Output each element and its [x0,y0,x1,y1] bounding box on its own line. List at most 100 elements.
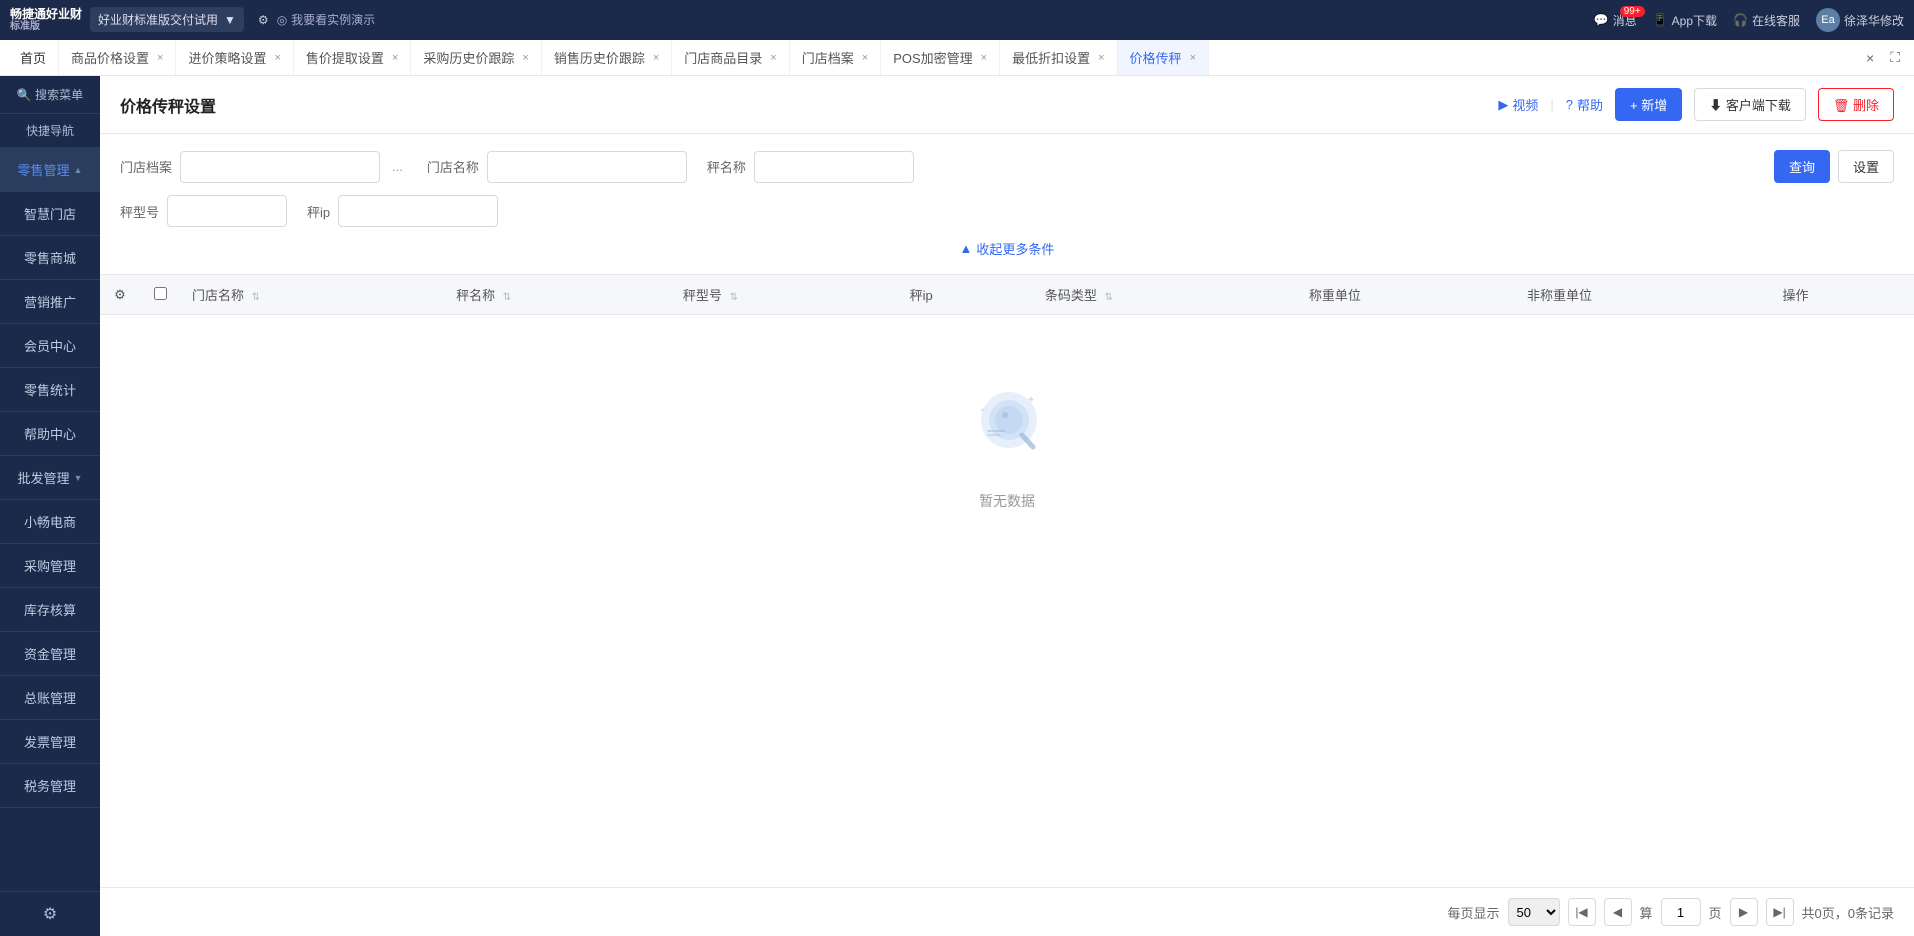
sidebar-quicknav[interactable]: 快捷导航 [0,114,100,148]
tab-close-store-profile[interactable]: × [862,52,868,64]
delete-button[interactable]: 🗑 删除 [1818,88,1894,121]
scale-ip-label: 秤ip [307,202,330,221]
gear-icon: ⚙ [114,287,126,302]
tab-home[interactable]: 首页 [8,40,59,76]
store-profile-label: 门店档案 [120,157,172,176]
th-store-name[interactable]: 门店名称 ⇅ [180,275,444,315]
th-scale-name[interactable]: 秤名称 ⇅ [444,275,671,315]
sidebar-gear-btn[interactable]: ⚙ [0,892,100,936]
sidebar-item-retail-stats[interactable]: 零售统计 [0,368,100,412]
tab-close-price-scale[interactable]: × [1190,52,1196,64]
table-wrap: ⚙ 门店名称 ⇅ 秤名称 [100,275,1914,571]
tab-close-sale-history[interactable]: × [653,52,659,64]
table-header-row: ⚙ 门店名称 ⇅ 秤名称 [100,275,1914,315]
tab-price-setting[interactable]: 商品价格设置 × [59,40,176,76]
page-header: 价格传秤设置 ▶ 视频 | ? 帮助 + 新增 ⬇ 客户端下载 [100,76,1914,134]
per-page-select[interactable]: 10 20 50 100 [1508,898,1560,926]
message-btn[interactable]: 💬 消息 99+ [1594,12,1637,29]
tab-store-profile[interactable]: 门店档案 × [790,40,881,76]
version-selector[interactable]: 好业财标准版交付试用 ▼ [90,7,244,32]
sort-icon-scale-model: ⇅ [729,292,737,303]
sidebar-item-invoice[interactable]: 发票管理 [0,720,100,764]
first-page-btn[interactable]: |◀ [1568,898,1596,926]
th-scale-ip: 秤ip [898,275,1033,315]
filter-scale-model: 秤型号 [120,195,287,227]
sidebar-item-purchase-manage[interactable]: 采购管理 [0,544,100,588]
scale-model-input[interactable] [167,195,287,227]
th-barcode-type[interactable]: 条码类型 ⇅ [1033,275,1297,315]
sidebar-item-retail-mall[interactable]: 零售商城 [0,236,100,280]
demo-btn[interactable]: ◎ 我要看实例演示 [277,11,376,28]
tab-expand-btn[interactable]: ⛶ [1884,47,1906,68]
sidebar-item-marketing[interactable]: 营销推广 [0,280,100,324]
prev-page-btn[interactable]: ◀ [1604,898,1632,926]
tab-close-price-setting[interactable]: × [157,52,163,64]
scale-ip-input[interactable] [338,195,498,227]
store-name-label: 门店名称 [427,157,479,176]
page-label: 算 [1640,903,1653,922]
tab-close-store-catalog[interactable]: × [770,52,776,64]
tab-price-scale[interactable]: 价格传秤 × [1118,40,1209,76]
user-btn[interactable]: Ea 徐泽华修改 [1816,8,1904,32]
filter-store-profile: 门店档案 ... [120,151,407,183]
tab-store-catalog[interactable]: 门店商品目录 × [672,40,789,76]
app-download-btn[interactable]: 📱 App下载 [1653,12,1717,29]
sidebar-item-smart-store[interactable]: 智慧门店 [0,192,100,236]
sidebar-item-inventory[interactable]: 库存核算 [0,588,100,632]
table-area: ⚙ 门店名称 ⇅ 秤名称 [100,275,1914,887]
settings-filter-button[interactable]: 设置 [1838,150,1894,183]
sidebar-item-member-center[interactable]: 会员中心 [0,324,100,368]
sidebar-item-wholesale-manage[interactable]: 批发管理 [0,456,100,500]
filter-area: 门店档案 ... 门店名称 秤名称 查询 [100,134,1914,275]
scale-model-label: 秤型号 [120,202,159,221]
sidebar-item-tax[interactable]: 税务管理 [0,764,100,808]
page-title: 价格传秤设置 [120,93,216,117]
sidebar-item-retail-manage[interactable]: 零售管理 [0,148,100,192]
add-button[interactable]: + 新增 [1615,88,1682,121]
search-icon: 🔍 [17,88,32,102]
tab-close-min-discount[interactable]: × [1098,52,1104,64]
sidebar-item-mini-ecom[interactable]: 小畅电商 [0,500,100,544]
tab-purchase-history[interactable]: 采购历史价跟踪 × [411,40,541,76]
tab-close-purchase-strategy[interactable]: × [274,52,280,64]
store-name-input[interactable] [487,151,687,183]
total-info: 共0页，0条记录 [1802,903,1894,922]
service-icon: 🎧 [1733,13,1748,27]
th-gear[interactable]: ⚙ [100,275,140,315]
svg-text:✦: ✦ [1027,395,1035,406]
filter-collapse-btn[interactable]: ▲ 收起更多条件 [120,239,1894,258]
sidebar-item-general-ledger[interactable]: 总账管理 [0,676,100,720]
query-button[interactable]: 查询 [1774,150,1830,183]
video-link[interactable]: ▶ 视频 [1498,95,1538,114]
chevron-down-icon: ▼ [224,13,236,27]
sidebar-search[interactable]: 🔍 搜索菜单 [0,76,100,114]
tab-close-pos-manage[interactable]: × [981,52,987,64]
help-link[interactable]: ? 帮助 [1566,95,1603,114]
last-page-btn[interactable]: ▶| [1766,898,1794,926]
tab-sale-history[interactable]: 销售历史价跟踪 × [542,40,672,76]
top-bar: 畅捷通好业财 标准版 好业财标准版交付试用 ▼ ⚙ ◎ 我要看实例演示 💬 消息… [0,0,1914,40]
tab-sale-extract[interactable]: 售价提取设置 × [294,40,411,76]
download-icon: 📱 [1653,13,1668,27]
sidebar-item-help-center[interactable]: 帮助中心 [0,412,100,456]
tab-min-discount[interactable]: 最低折扣设置 × [1000,40,1117,76]
tab-pos-manage[interactable]: POS加密管理 × [881,40,1000,76]
filter-scale-ip: 秤ip [307,195,498,227]
th-checkbox[interactable] [140,275,180,315]
scale-name-input[interactable] [754,151,914,183]
select-all-checkbox[interactable] [154,287,167,300]
page-input[interactable] [1661,898,1701,926]
next-page-btn[interactable]: ▶ [1730,898,1758,926]
th-scale-model[interactable]: 秤型号 ⇅ [671,275,898,315]
export-button[interactable]: ⬇ 客户端下载 [1694,88,1806,121]
online-service-btn[interactable]: 🎧 在线客服 [1733,12,1800,29]
filter-action-buttons: 查询 设置 [1774,150,1894,183]
tab-close-all-btn[interactable]: × [1860,48,1880,68]
settings-btn[interactable]: ⚙ [258,13,269,27]
tab-close-purchase-history[interactable]: × [522,52,528,64]
store-profile-input[interactable] [180,151,380,183]
tab-close-sale-extract[interactable]: × [392,52,398,64]
tab-purchase-strategy[interactable]: 进价策略设置 × [176,40,293,76]
sidebar-item-finance[interactable]: 资金管理 [0,632,100,676]
store-profile-dots-btn[interactable]: ... [388,159,407,174]
